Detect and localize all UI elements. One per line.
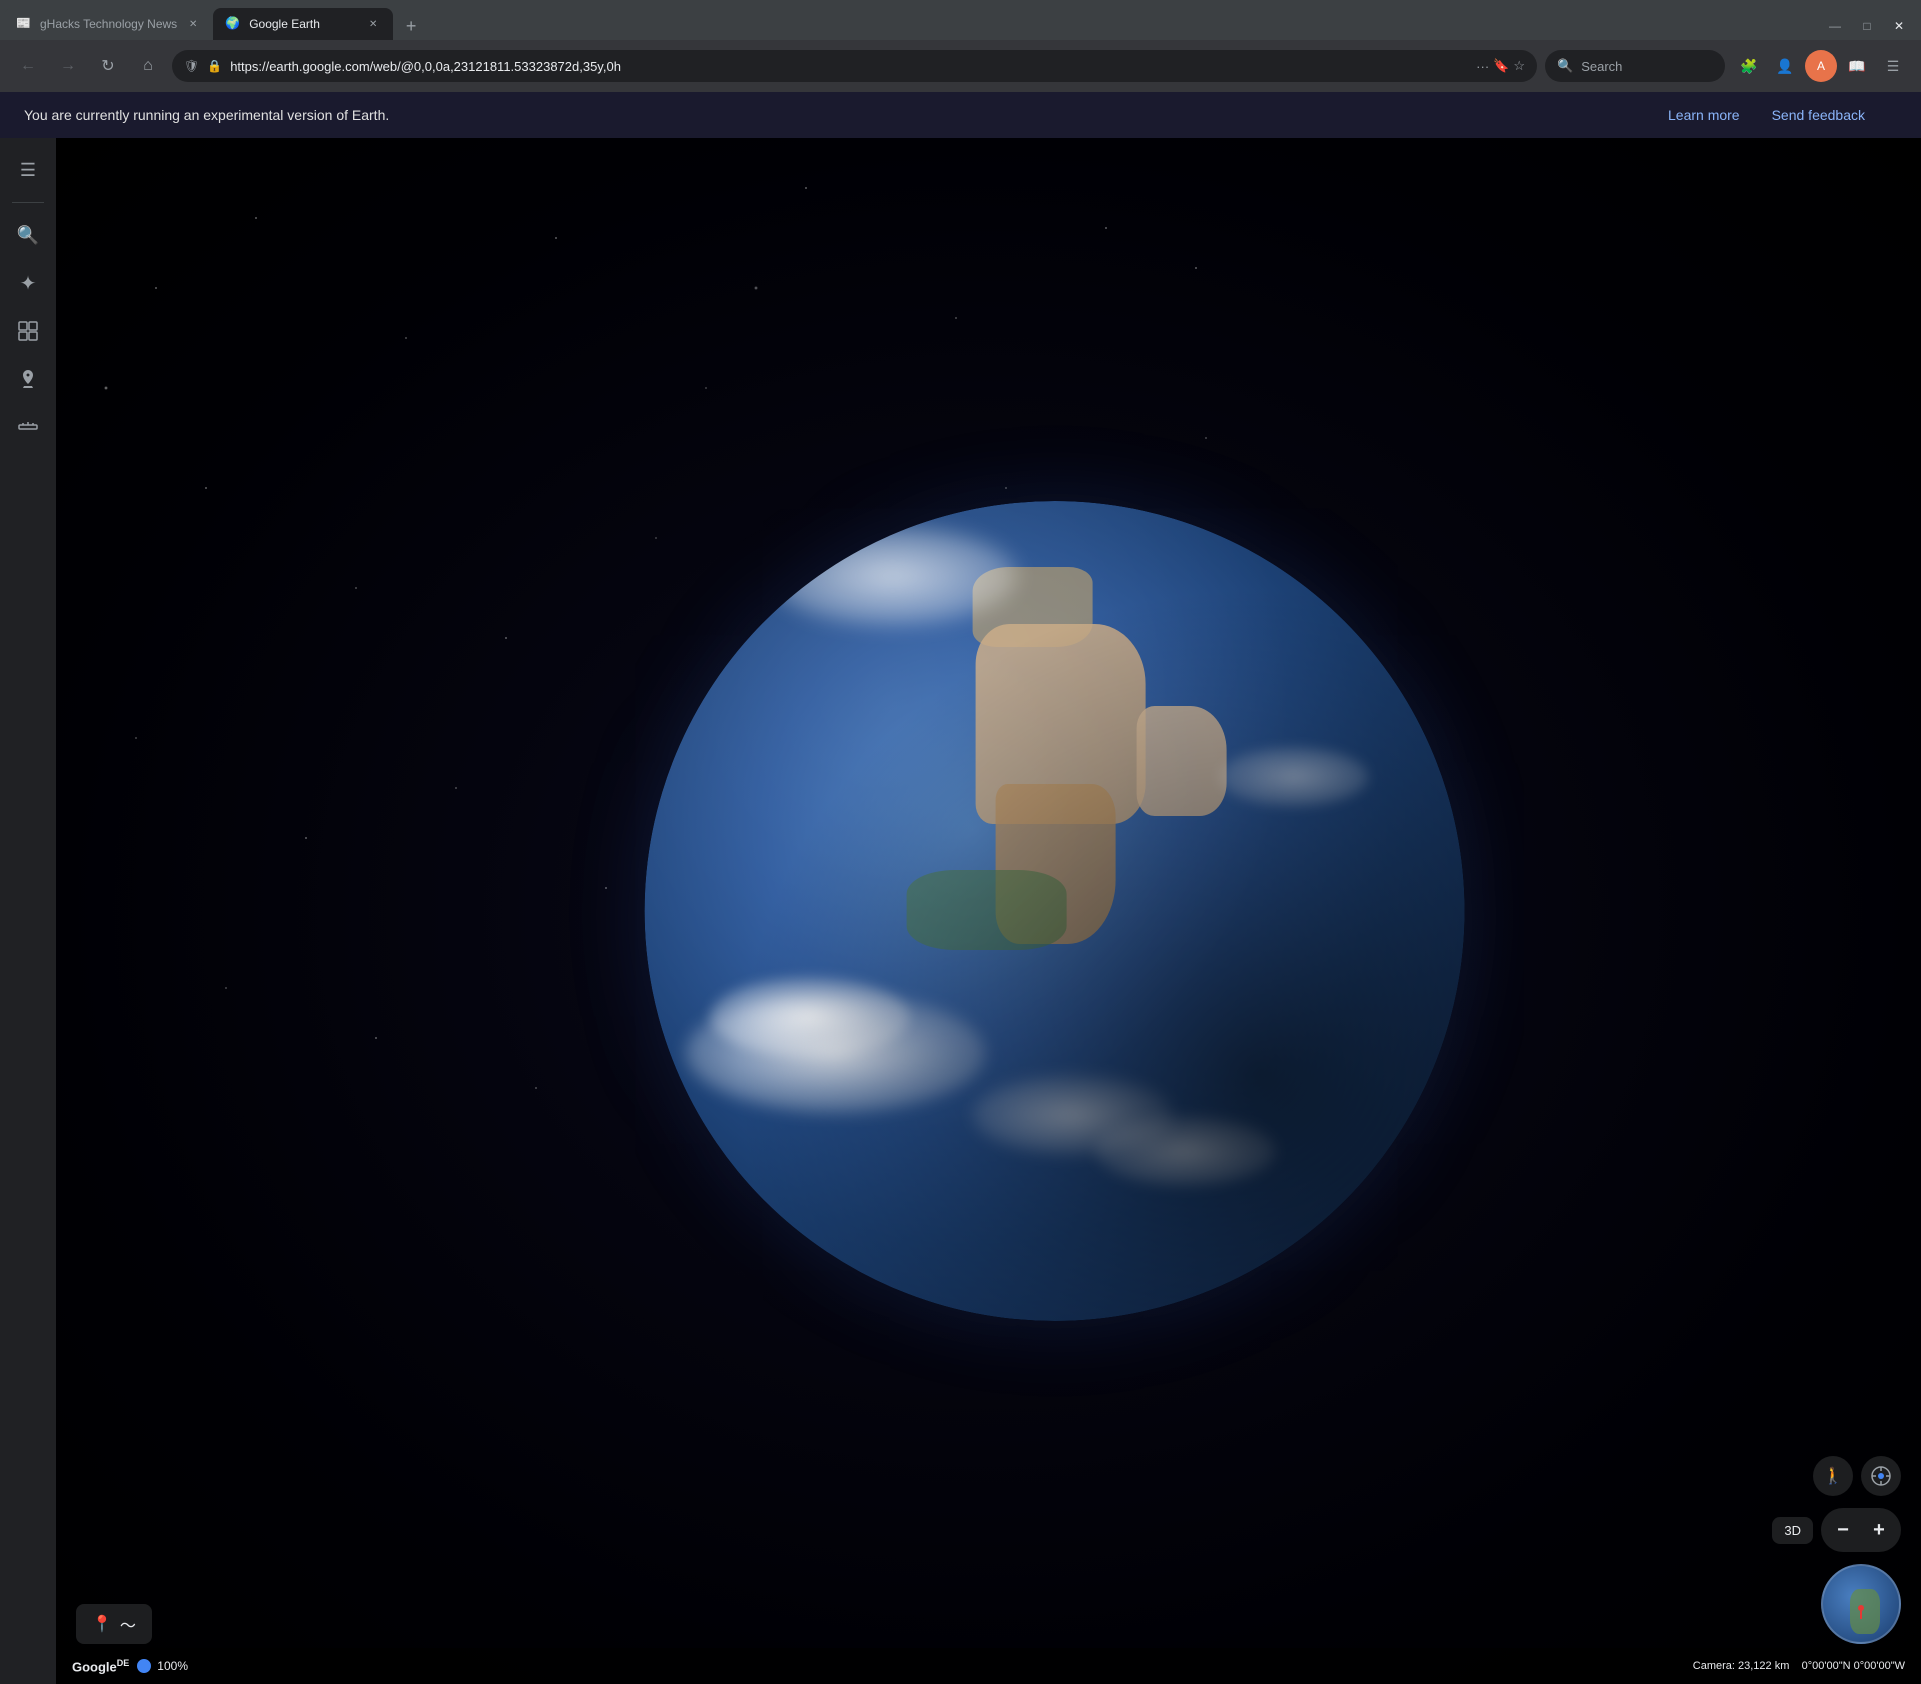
tab-ghacks[interactable]: 📰 gHacks Technology News ✕ xyxy=(4,8,213,40)
bookmark-icon[interactable]: 🔖 xyxy=(1493,58,1509,74)
minimize-button[interactable]: — xyxy=(1821,12,1849,40)
location-button[interactable]: 📍 ～ xyxy=(76,1604,152,1644)
minimap-pin xyxy=(1858,1605,1864,1619)
zoom-out-button[interactable]: − xyxy=(1825,1512,1861,1548)
new-tab-button[interactable]: + xyxy=(397,12,425,40)
sidebar-item-projects[interactable] xyxy=(8,311,48,351)
google-region: DE xyxy=(117,1658,130,1668)
lock-icon: 🔒 xyxy=(207,59,222,73)
browser-search-box[interactable]: 🔍 Search xyxy=(1545,50,1725,82)
navigation-bar: ← → ↻ ⌂ 🛡 🔒 https://earth.google.com/web… xyxy=(0,40,1921,92)
bottom-right-controls: 🚶 3D xyxy=(1772,1456,1901,1644)
sidebar-item-measure[interactable] xyxy=(8,407,48,447)
tab-close-ghacks[interactable]: ✕ xyxy=(185,16,201,32)
search-placeholder: Search xyxy=(1581,59,1622,74)
star-icon[interactable]: ☆ xyxy=(1513,58,1525,74)
app-container: You are currently running an experimenta… xyxy=(0,92,1921,1684)
reader-btn[interactable]: 📖 xyxy=(1841,50,1873,82)
search-icon: 🔍 xyxy=(1557,58,1573,74)
back-button[interactable]: ← xyxy=(12,50,44,82)
extensions-btn[interactable]: 🧩 xyxy=(1733,50,1765,82)
loading-dot xyxy=(137,1659,151,1673)
tab-bar: 📰 gHacks Technology News ✕ 🌍 Google Eart… xyxy=(0,0,1921,40)
loading-indicator: 100% xyxy=(137,1659,188,1673)
google-logo: GoogleDE xyxy=(72,1658,129,1674)
profile-btn[interactable]: 👤 xyxy=(1769,50,1801,82)
camera-info: Camera: 23,122 km xyxy=(1693,1660,1790,1672)
status-bar: GoogleDE 100% Camera: 23,122 km 0°00'00"… xyxy=(56,1648,1921,1684)
security-icon: 🛡 xyxy=(184,59,199,73)
menu-btn[interactable]: ☰ xyxy=(1877,50,1909,82)
zoom-in-button[interactable]: + xyxy=(1861,1512,1897,1548)
forward-button[interactable]: → xyxy=(52,50,84,82)
more-options-icon[interactable]: ··· xyxy=(1476,59,1489,74)
right-icons-row: 🚶 xyxy=(1813,1456,1901,1496)
avatar-btn[interactable]: A xyxy=(1805,50,1837,82)
close-button[interactable]: ✕ xyxy=(1885,12,1913,40)
address-url: https://earth.google.com/web/@0,0,0a,231… xyxy=(230,59,1468,74)
sidebar-item-saved-places[interactable] xyxy=(8,359,48,399)
location-icon: 📍 xyxy=(92,1614,112,1634)
loading-percent: 100% xyxy=(157,1659,188,1673)
browser-actions: 🧩 👤 A 📖 ☰ xyxy=(1733,50,1909,82)
coordinates: 0°00'00"N 0°00'00"W xyxy=(1802,1660,1905,1672)
earth-viewport[interactable]: 📍 ～ 🚶 xyxy=(56,138,1921,1684)
learn-more-link[interactable]: Learn more xyxy=(1668,107,1740,123)
minimap[interactable] xyxy=(1821,1564,1901,1644)
draw-path-icon: ～ xyxy=(120,1612,136,1636)
home-button[interactable]: ⌂ xyxy=(132,50,164,82)
earth-globe xyxy=(644,501,1464,1321)
sidebar-item-search[interactable]: 🔍 xyxy=(8,215,48,255)
sidebar-divider-1 xyxy=(12,202,44,203)
compass-button[interactable] xyxy=(1861,1456,1901,1496)
sidebar-item-voyager[interactable]: ✦ xyxy=(8,263,48,303)
banner-text: You are currently running an experimenta… xyxy=(24,107,1668,123)
tab-favicon-ghacks: 📰 xyxy=(16,16,32,32)
sidebar: ☰ 🔍 ✦ xyxy=(0,138,56,1684)
send-feedback-link[interactable]: Send feedback xyxy=(1772,107,1865,123)
tab-google-earth[interactable]: 🌍 Google Earth ✕ xyxy=(213,8,393,40)
street-view-button[interactable]: 🚶 xyxy=(1813,1456,1853,1496)
tab-title-earth: Google Earth xyxy=(249,17,357,31)
minimap-land xyxy=(1850,1589,1880,1634)
tab-close-earth[interactable]: ✕ xyxy=(365,16,381,32)
bottom-left-controls: 📍 ～ xyxy=(76,1604,152,1644)
mode-3d-button[interactable]: 3D xyxy=(1772,1517,1813,1544)
earth-highlight xyxy=(644,501,1464,1321)
experimental-banner: You are currently running an experimenta… xyxy=(0,92,1921,138)
sidebar-menu-btn[interactable]: ☰ xyxy=(8,150,48,190)
zoom-controls: − + xyxy=(1821,1508,1901,1552)
tab-title-ghacks: gHacks Technology News xyxy=(40,17,177,31)
main-content: ☰ 🔍 ✦ xyxy=(0,138,1921,1684)
status-bar-right: Camera: 23,122 km 0°00'00"N 0°00'00"W xyxy=(1693,1660,1905,1672)
tab-favicon-earth: 🌍 xyxy=(225,16,241,32)
address-actions: ··· 🔖 ☆ xyxy=(1476,58,1525,74)
maximize-button[interactable]: □ xyxy=(1853,12,1881,40)
reload-button[interactable]: ↻ xyxy=(92,50,124,82)
address-bar[interactable]: 🛡 🔒 https://earth.google.com/web/@0,0,0a… xyxy=(172,50,1537,82)
